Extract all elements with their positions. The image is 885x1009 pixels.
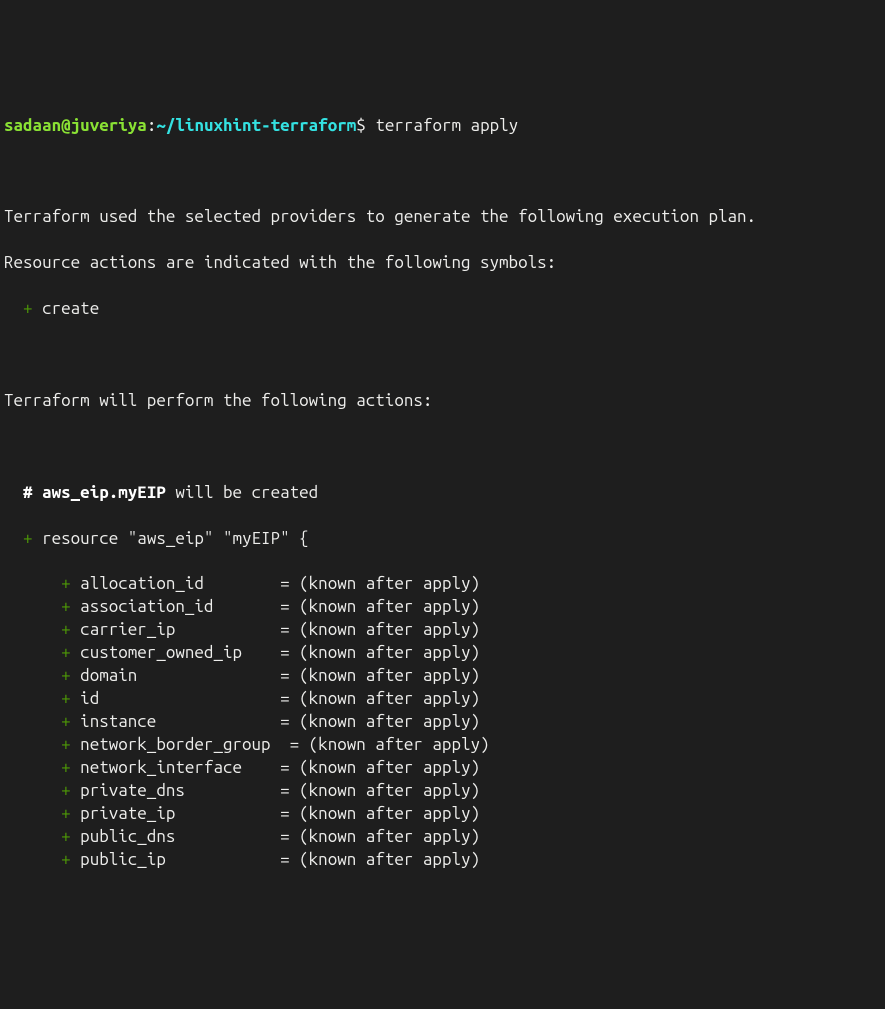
plus-icon: + bbox=[4, 689, 80, 708]
plus-icon: + bbox=[4, 643, 80, 662]
attr-key: association_id bbox=[80, 597, 270, 616]
blank-line bbox=[4, 344, 881, 367]
plus-icon: + bbox=[4, 666, 80, 685]
attr-eq: = bbox=[271, 712, 300, 731]
resource-attr-line: + private_dns = (known after apply) bbox=[4, 780, 881, 803]
attr-eq: = bbox=[271, 666, 300, 685]
attr-value: (known after apply) bbox=[299, 804, 480, 823]
attr-key: carrier_ip bbox=[80, 620, 270, 639]
attr-value: (known after apply) bbox=[299, 574, 480, 593]
prompt-path: ~/linuxhint-terraform bbox=[156, 116, 356, 135]
plus-icon: + bbox=[4, 712, 80, 731]
attr-eq: = bbox=[271, 620, 300, 639]
prompt-sep: : bbox=[147, 116, 157, 135]
plus-icon: + bbox=[4, 758, 80, 777]
prompt-host: juveriya bbox=[71, 116, 147, 135]
plus-icon: + bbox=[4, 620, 80, 639]
blank-line bbox=[4, 436, 881, 459]
resource-attr-line: + customer_owned_ip = (known after apply… bbox=[4, 642, 881, 665]
intro-line-2: Resource actions are indicated with the … bbox=[4, 252, 881, 275]
resource-suffix: will be created bbox=[166, 483, 318, 502]
create-symbol-line: + create bbox=[4, 298, 881, 321]
resource-attr-line: + domain = (known after apply) bbox=[4, 665, 881, 688]
attr-key: public_dns bbox=[80, 827, 270, 846]
prompt-at: @ bbox=[61, 116, 71, 135]
attr-value: (known after apply) bbox=[309, 735, 490, 754]
attr-key: private_dns bbox=[80, 781, 270, 800]
attr-value: (known after apply) bbox=[299, 712, 480, 731]
plus-icon: + bbox=[4, 597, 80, 616]
attr-key: domain bbox=[80, 666, 270, 685]
prompt-space bbox=[366, 116, 376, 135]
attr-key: private_ip bbox=[80, 804, 270, 823]
resource-attr-line: + network_border_group = (known after ap… bbox=[4, 734, 881, 757]
attr-eq: = bbox=[271, 643, 300, 662]
attr-key: allocation_id bbox=[80, 574, 270, 593]
attr-value: (known after apply) bbox=[299, 597, 480, 616]
blank-line bbox=[4, 161, 881, 184]
resource-attr-line: + instance = (known after apply) bbox=[4, 711, 881, 734]
attr-value: (known after apply) bbox=[299, 620, 480, 639]
plus-icon: + bbox=[4, 804, 80, 823]
terminal-output: sadaan@juveriya:~/linuxhint-terraform$ t… bbox=[4, 92, 881, 895]
attr-key: public_ip bbox=[80, 850, 270, 869]
attr-value: (known after apply) bbox=[299, 827, 480, 846]
prompt-line[interactable]: sadaan@juveriya:~/linuxhint-terraform$ t… bbox=[4, 115, 881, 138]
plus-icon: + bbox=[4, 299, 42, 318]
create-label: create bbox=[42, 299, 99, 318]
plus-icon: + bbox=[4, 781, 80, 800]
intro-line-1: Terraform used the selected providers to… bbox=[4, 206, 881, 229]
hash-icon: # bbox=[4, 483, 42, 502]
attr-key: network_interface bbox=[80, 758, 270, 777]
resource-attr-line: + public_ip = (known after apply) bbox=[4, 849, 881, 872]
attr-key: customer_owned_ip bbox=[80, 643, 270, 662]
resource-attr-line: + carrier_ip = (known after apply) bbox=[4, 619, 881, 642]
command-text: terraform apply bbox=[375, 116, 518, 135]
resource-attr-line: + id = (known after apply) bbox=[4, 688, 881, 711]
attr-value: (known after apply) bbox=[299, 781, 480, 800]
resource-decl: resource "aws_eip" "myEIP" { bbox=[42, 529, 309, 548]
resource-decl-line: + resource "aws_eip" "myEIP" { bbox=[4, 528, 881, 551]
attr-value: (known after apply) bbox=[299, 643, 480, 662]
attr-eq: = bbox=[271, 827, 300, 846]
attr-eq: = bbox=[271, 781, 300, 800]
attr-key: network_border_group bbox=[80, 735, 280, 754]
plus-icon: + bbox=[4, 827, 80, 846]
attr-key: id bbox=[80, 689, 270, 708]
prompt-dollar: $ bbox=[356, 116, 366, 135]
attr-value: (known after apply) bbox=[299, 758, 480, 777]
attr-value: (known after apply) bbox=[299, 850, 480, 869]
attr-eq: = bbox=[271, 758, 300, 777]
attr-eq: = bbox=[271, 597, 300, 616]
attr-value: (known after apply) bbox=[299, 689, 480, 708]
attr-key: instance bbox=[80, 712, 270, 731]
attr-eq: = bbox=[271, 850, 300, 869]
resource-attr-line: + public_dns = (known after apply) bbox=[4, 826, 881, 849]
resource-attr-line: + network_interface = (known after apply… bbox=[4, 757, 881, 780]
attr-eq: = bbox=[280, 735, 309, 754]
plus-icon: + bbox=[4, 529, 42, 548]
resource-attr-line: + private_ip = (known after apply) bbox=[4, 803, 881, 826]
actions-header: Terraform will perform the following act… bbox=[4, 390, 881, 413]
plus-icon: + bbox=[4, 735, 80, 754]
resource-attr-line: + allocation_id = (known after apply) bbox=[4, 573, 881, 596]
resource-attr-line: + association_id = (known after apply) bbox=[4, 596, 881, 619]
attr-eq: = bbox=[271, 689, 300, 708]
attr-eq: = bbox=[271, 804, 300, 823]
attr-eq: = bbox=[271, 574, 300, 593]
resource-comment: # aws_eip.myEIP will be created bbox=[4, 482, 881, 505]
resource-name: aws_eip.myEIP bbox=[42, 483, 166, 502]
plus-icon: + bbox=[4, 574, 80, 593]
resource-attributes: + allocation_id = (known after apply) + … bbox=[4, 573, 881, 871]
prompt-user: sadaan bbox=[4, 116, 61, 135]
plus-icon: + bbox=[4, 850, 80, 869]
attr-value: (known after apply) bbox=[299, 666, 480, 685]
